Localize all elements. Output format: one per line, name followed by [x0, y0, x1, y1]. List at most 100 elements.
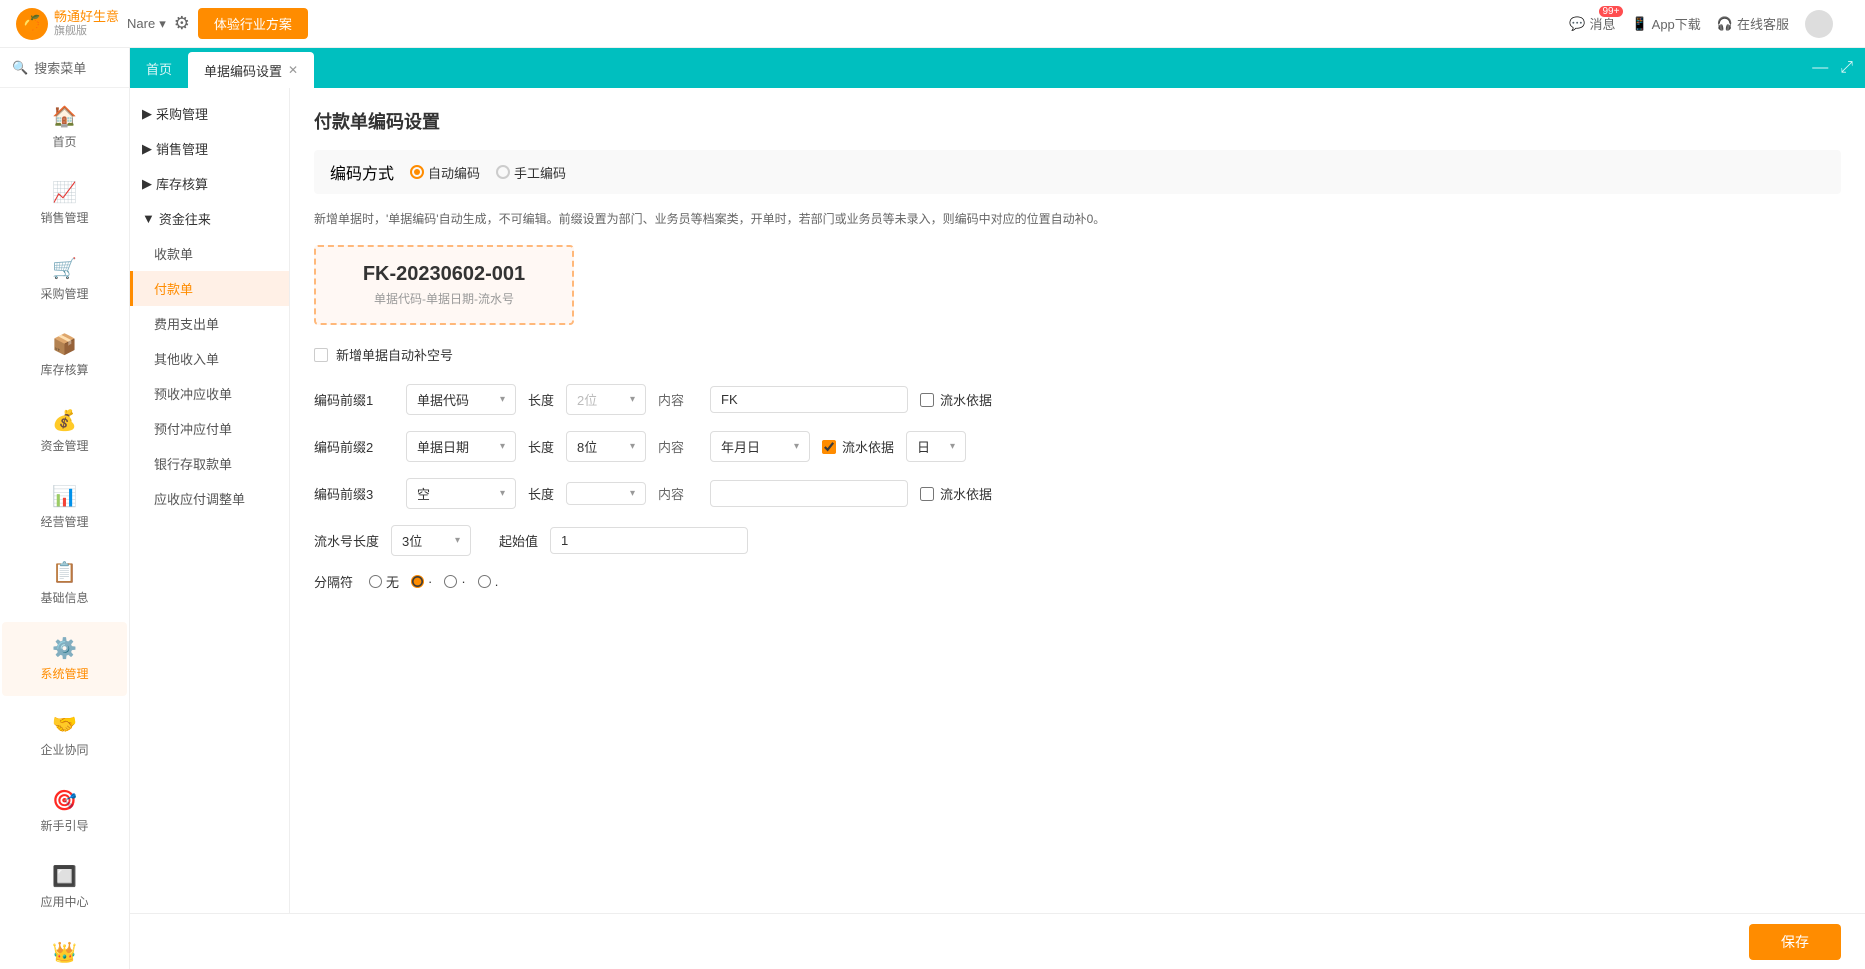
content-1-input[interactable]	[710, 386, 908, 413]
stream-unit-select[interactable]: 日 ▾	[906, 431, 966, 462]
serial-length-chevron: ▾	[455, 535, 460, 546]
prefix-2-chevron: ▾	[500, 441, 505, 452]
prefix-1-select[interactable]: 单据代码 ▾	[406, 384, 516, 415]
stream-2-checkbox[interactable]: 流水依据	[822, 437, 894, 456]
experience-button[interactable]: 体验行业方案	[198, 8, 308, 39]
stream-3-checkbox[interactable]: 流水依据	[920, 484, 992, 503]
system-icon: ⚙️	[52, 636, 77, 661]
sep-dot[interactable]: ·	[411, 574, 432, 589]
sidebar-item-inventory[interactable]: 📦 库存核算	[2, 318, 127, 392]
page-title: 付款单编码设置	[314, 108, 1841, 134]
stream-3-check[interactable]	[920, 487, 934, 501]
sidebar-item-enterprise[interactable]: 🤝 企业协同	[2, 698, 127, 772]
sep-none-radio[interactable]	[369, 575, 382, 588]
tab-close-icon[interactable]: ✕	[288, 63, 298, 77]
length-1-select[interactable]: 2位 ▾	[566, 384, 646, 415]
sub-menu-item-receipts[interactable]: 收款单	[130, 236, 289, 271]
tab-expand-button[interactable]: ⤢	[1836, 55, 1857, 81]
sub-menu-group-title-inventory[interactable]: ▶ 库存核算	[130, 166, 289, 201]
content-3-input[interactable]	[710, 480, 908, 507]
bottom-bar: 保存	[130, 913, 1865, 969]
sub-menu-item-expenses[interactable]: 费用支出单	[130, 306, 289, 341]
topbar-logo: 🍊 畅通好生意 旗舰版	[16, 8, 119, 40]
separator-label: 分隔符	[314, 572, 353, 591]
start-value-input[interactable]	[550, 527, 748, 554]
sub-menu-item-advance-receivable[interactable]: 预收冲应收单	[130, 376, 289, 411]
sidebar-item-member[interactable]: 👑 畅会员	[2, 926, 127, 969]
purchase-icon: 🛒	[52, 256, 77, 281]
code-preview-box: FK-20230602-001 单据代码-单据日期-流水号	[314, 245, 574, 325]
sep-dot-radio[interactable]	[411, 575, 424, 588]
sidebar-item-system[interactable]: ⚙️ 系统管理	[2, 622, 127, 696]
prefix-1-chevron: ▾	[500, 394, 505, 405]
topbar-nav: Nare ▾ ⚙ 体验行业方案	[127, 8, 308, 39]
sidebar-item-sales[interactable]: 📈 销售管理	[2, 166, 127, 240]
length-1-chevron: ▾	[630, 394, 635, 405]
sub-menu-group-title-capital[interactable]: ▼ 资金往来	[130, 201, 289, 236]
enterprise-icon: 🤝	[52, 712, 77, 737]
sep-period[interactable]: .	[478, 574, 499, 589]
tab-encoding-settings[interactable]: 单据编码设置 ✕	[188, 52, 314, 88]
content-area: 首页 单据编码设置 ✕ — ⤢ ▶ 采购管理	[130, 48, 1865, 969]
encoding-method: 编码方式 自动编码 手工编码	[314, 150, 1841, 194]
sep-none[interactable]: 无	[369, 572, 399, 591]
app-download-button[interactable]: 📱 App下载	[1631, 14, 1700, 33]
sub-menu-item-adjustment[interactable]: 应收应付调整单	[130, 481, 289, 516]
auto-code-radio-dot	[410, 165, 424, 179]
search-icon: 🔍	[12, 60, 28, 76]
sub-menu-item-bank-deposit[interactable]: 银行存取款单	[130, 446, 289, 481]
encoding-radio-group: 自动编码 手工编码	[410, 163, 566, 182]
tab-home[interactable]: 首页	[130, 48, 188, 88]
auto-code-radio[interactable]: 自动编码	[410, 163, 480, 182]
sidebar-item-home[interactable]: 🏠 首页	[2, 90, 127, 164]
messages-badge: 99+	[1599, 6, 1624, 17]
sidebar-item-basic-info[interactable]: 📋 基础信息	[2, 546, 127, 620]
operations-icon: 📊	[52, 484, 77, 509]
stream-1-check[interactable]	[920, 393, 934, 407]
content-3-label: 内容	[658, 484, 698, 503]
save-button[interactable]: 保存	[1749, 924, 1841, 960]
guide-icon: 🎯	[52, 788, 77, 813]
avatar[interactable]	[1805, 10, 1833, 38]
basic-info-icon: 📋	[52, 560, 77, 585]
sub-menu-group-title-sales[interactable]: ▶ 销售管理	[130, 131, 289, 166]
sidebar-item-apps[interactable]: 🔲 应用中心	[2, 850, 127, 924]
sub-menu-item-other-income[interactable]: 其他收入单	[130, 341, 289, 376]
sep-dot2[interactable]: ·	[444, 574, 465, 589]
sidebar-item-purchase[interactable]: 🛒 采购管理	[2, 242, 127, 316]
sidebar-item-guide[interactable]: 🎯 新手引导	[2, 774, 127, 848]
sep-dot2-radio[interactable]	[444, 575, 457, 588]
sub-menu-item-advance-payable[interactable]: 预付冲应付单	[130, 411, 289, 446]
stream-1-checkbox[interactable]: 流水依据	[920, 390, 992, 409]
prefix-2-label: 编码前缀2	[314, 437, 394, 456]
serial-length-select[interactable]: 3位 ▾	[391, 525, 471, 556]
length-2-select[interactable]: 8位 ▾	[566, 431, 646, 462]
sidebar-search[interactable]: 🔍 搜索菜单	[0, 48, 129, 88]
online-service-button[interactable]: 🎧 在线客服	[1717, 14, 1789, 33]
prefix-2-select[interactable]: 单据日期 ▾	[406, 431, 516, 462]
content-2-select[interactable]: 年月日 ▾	[710, 431, 810, 462]
stream-2-check[interactable]	[822, 440, 836, 454]
topbar-nav-dropdown[interactable]: Nare ▾	[127, 16, 166, 32]
sub-menu-item-payments[interactable]: 付款单	[130, 271, 289, 306]
manual-code-radio-dot	[496, 165, 510, 179]
settings-icon[interactable]: ⚙	[174, 13, 190, 34]
messages-button[interactable]: 💬 消息 99+	[1569, 14, 1615, 33]
sub-menu-group-sales: ▶ 销售管理	[130, 131, 289, 166]
sep-period-radio[interactable]	[478, 575, 491, 588]
sidebar-item-operations[interactable]: 📊 经营管理	[2, 470, 127, 544]
apps-icon: 🔲	[52, 864, 77, 889]
auto-fill-checkbox[interactable]	[314, 348, 328, 362]
encoding-method-label: 编码方式	[330, 160, 394, 184]
chevron-right-icon-2: ▶	[142, 141, 152, 157]
content-1-label: 内容	[658, 390, 698, 409]
prefix-3-select[interactable]: 空 ▾	[406, 478, 516, 509]
separator-options: 无 · · .	[369, 572, 498, 591]
chevron-right-icon: ▶	[142, 106, 152, 122]
length-3-select[interactable]: ▾	[566, 482, 646, 505]
length-1-label: 长度	[528, 390, 554, 409]
sidebar-item-finance[interactable]: 💰 资金管理	[2, 394, 127, 468]
tab-minimize-button[interactable]: —	[1808, 55, 1832, 81]
sub-menu-group-title-purchase[interactable]: ▶ 采购管理	[130, 96, 289, 131]
manual-code-radio[interactable]: 手工编码	[496, 163, 566, 182]
